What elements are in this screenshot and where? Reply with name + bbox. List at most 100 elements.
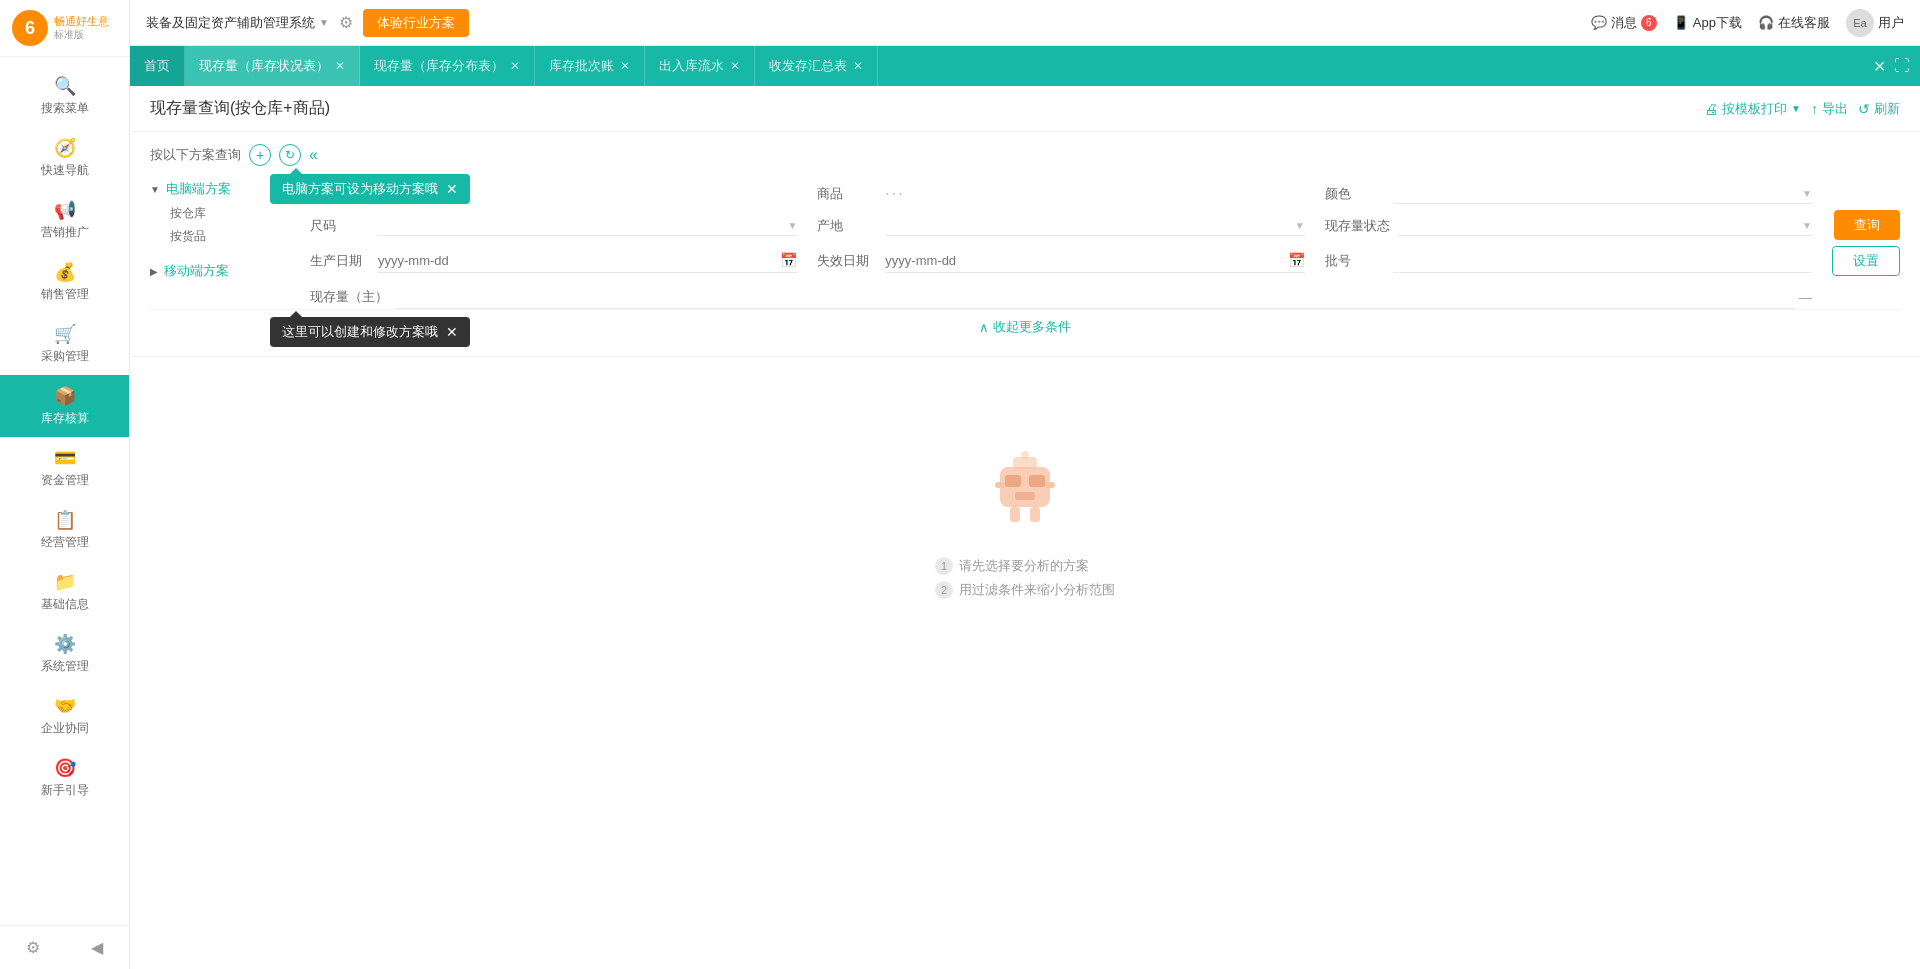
system-selector[interactable]: 装备及固定资产辅助管理系统 ▼ [146, 14, 329, 32]
tab-stock-status-close[interactable]: ✕ [335, 60, 345, 72]
print-label: 按模板打印 [1722, 100, 1787, 118]
export-action[interactable]: ↑ 导出 [1811, 100, 1848, 118]
size-select[interactable]: ▼ [378, 216, 797, 236]
stock-status-select[interactable]: ▼ [1398, 216, 1812, 236]
production-date-calendar-icon[interactable]: 📅 [780, 252, 797, 268]
system-dropdown-icon: ▼ [319, 17, 329, 28]
stock-main-dash: — [1799, 290, 1812, 305]
online-support-action[interactable]: 🎧 在线客服 [1758, 14, 1830, 32]
header-left: 装备及固定资产辅助管理系统 ▼ ⚙ 体验行业方案 [146, 9, 469, 37]
print-action[interactable]: 🖨 按模板打印 ▼ [1704, 100, 1801, 118]
user-action[interactable]: Ea 用户 [1846, 9, 1904, 37]
sidebar-item-inventory[interactable]: 📦 库存核算 [0, 375, 129, 437]
empty-tip-2: 2 用过滤条件来缩小分析范围 [935, 581, 1115, 599]
scheme-tree: ▼ 电脑端方案 按仓库 按货品 [150, 176, 290, 248]
tab-flow[interactable]: 出入库流水 ✕ [645, 46, 755, 86]
svg-rect-1 [1005, 475, 1021, 487]
goods-dots[interactable]: ··· [885, 185, 904, 203]
logo-area: 6 畅通好生意 标准版 [0, 0, 129, 57]
system-name-label: 装备及固定资产辅助管理系统 [146, 14, 315, 32]
refresh-action[interactable]: ↺ 刷新 [1858, 100, 1900, 118]
tab-stock-status[interactable]: 现存量（库存状况表） ✕ [185, 46, 360, 86]
main-content: 现存量查询(按仓库+商品) 🖨 按模板打印 ▼ ↑ 导出 ↺ 刷新 [130, 86, 1920, 969]
stock-main-min-input[interactable] [396, 285, 1795, 309]
sidebar-item-guide[interactable]: 🎯 新手引导 [0, 747, 129, 809]
production-date-input[interactable] [378, 253, 780, 268]
svg-rect-0 [1000, 467, 1050, 507]
back-scheme-button[interactable]: « [309, 146, 318, 164]
avatar: Ea [1846, 9, 1874, 37]
tab-batch-close[interactable]: ✕ [620, 60, 630, 72]
cycle-scheme-button[interactable]: ↻ [279, 144, 301, 166]
sidebar-item-system[interactable]: ⚙️ 系统管理 [0, 623, 129, 685]
filter-label: 按以下方案查询 [150, 146, 241, 164]
batch-no-input[interactable] [1393, 249, 1812, 273]
card-icon: 💳 [54, 447, 76, 469]
sidebar-item-marketing[interactable]: 📢 营销推广 [0, 189, 129, 251]
sub-item-goods[interactable]: 按货品 [170, 225, 290, 248]
trial-button[interactable]: 体验行业方案 [363, 9, 469, 37]
add-scheme-button[interactable]: + [249, 144, 271, 166]
sidebar-item-enterprise[interactable]: 🤝 企业协同 [0, 685, 129, 747]
tab-stock-dist[interactable]: 现存量（库存分布表） ✕ [360, 46, 535, 86]
tip-text-2: 用过滤条件来缩小分析范围 [959, 581, 1115, 599]
collapse-sidebar-icon[interactable]: ◀ [91, 938, 103, 957]
sidebar-item-inventory-label: 库存核算 [41, 410, 89, 427]
sidebar: 6 畅通好生意 标准版 🔍 搜索菜单 🧭 快速导航 📢 营销推广 💰 销售管理 … [0, 0, 130, 969]
print-dropdown-icon: ▼ [1791, 103, 1801, 114]
sidebar-item-basicinfo[interactable]: 📁 基础信息 [0, 561, 129, 623]
tab-bar: 首页 现存量（库存状况表） ✕ 现存量（库存分布表） ✕ 库存批次账 ✕ 出入库… [130, 46, 1920, 86]
tab-batch[interactable]: 库存批次账 ✕ [535, 46, 645, 86]
sub-item-warehouse[interactable]: 按仓库 [170, 202, 290, 225]
sidebar-item-system-label: 系统管理 [41, 658, 89, 675]
production-date-label: 生产日期 [310, 252, 370, 270]
expiry-date-input[interactable] [885, 253, 1287, 268]
svg-rect-6 [1010, 507, 1020, 522]
logo-icon: 6 [12, 10, 48, 46]
empty-tip-1: 1 请先选择要分析的方案 [935, 557, 1115, 575]
tab-fullscreen-icon[interactable]: ⛶ [1894, 57, 1910, 75]
sidebar-item-finance[interactable]: 💳 资金管理 [0, 437, 129, 499]
clipboard-icon: 📋 [54, 509, 76, 531]
svg-rect-7 [1030, 507, 1040, 522]
tab-stock-status-label: 现存量（库存状况表） [199, 57, 329, 75]
sidebar-item-operations[interactable]: 📋 经营管理 [0, 499, 129, 561]
goods-field: 商品 ··· [817, 184, 1304, 204]
tab-stock-dist-close[interactable]: ✕ [510, 60, 520, 72]
tab-flow-label: 出入库流水 [659, 57, 724, 75]
tab-close-all-icon[interactable]: ✕ [1873, 57, 1886, 76]
edit-tooltip-close[interactable]: ✕ [446, 324, 458, 340]
tab-flow-close[interactable]: ✕ [730, 60, 740, 72]
avatar-text: Ea [1853, 17, 1866, 29]
content-area: 现存量查询(按仓库+商品) 🖨 按模板打印 ▼ ↑ 导出 ↺ 刷新 [130, 86, 1920, 969]
tip-text-1: 请先选择要分析的方案 [959, 557, 1089, 575]
folder-icon: 📁 [54, 571, 76, 593]
search-button[interactable]: 查询 [1834, 210, 1900, 240]
color-select[interactable]: ▼ [1393, 184, 1812, 204]
page-title-bar: 现存量查询(按仓库+商品) 🖨 按模板打印 ▼ ↑ 导出 ↺ 刷新 [130, 86, 1920, 132]
reset-button[interactable]: 设置 [1832, 246, 1900, 276]
sidebar-item-purchase[interactable]: 🛒 采购管理 [0, 313, 129, 375]
app-download-action[interactable]: 📱 App下载 [1673, 14, 1742, 32]
mobile-arrow-icon: ▶ [150, 266, 158, 277]
filter-row-2: 尺码 ▼ 产地 ▼ [310, 216, 1812, 236]
tab-summary-close[interactable]: ✕ [853, 60, 863, 72]
tab-home[interactable]: 首页 [130, 46, 185, 86]
settings-footer-icon[interactable]: ⚙ [26, 938, 40, 957]
expiry-date-input-wrap: 📅 [885, 248, 1304, 273]
settings-icon[interactable]: ⚙ [339, 13, 353, 32]
scheme-tooltip-close[interactable]: ✕ [446, 181, 458, 197]
stock-status-dropdown-icon: ▼ [1802, 220, 1812, 231]
sidebar-item-sales-label: 销售管理 [41, 286, 89, 303]
desktop-scheme-item[interactable]: ▼ 电脑端方案 [150, 176, 290, 202]
tab-summary[interactable]: 收发存汇总表 ✕ [755, 46, 878, 86]
origin-select[interactable]: ▼ [885, 216, 1304, 236]
message-badge: 6 [1641, 15, 1657, 31]
mobile-scheme-item[interactable]: ▶ 移动端方案 [150, 258, 290, 284]
sidebar-item-quicknav[interactable]: 🧭 快速导航 [0, 127, 129, 189]
edit-tooltip-text: 这里可以创建和修改方案哦 [282, 323, 438, 341]
sidebar-item-search[interactable]: 🔍 搜索菜单 [0, 65, 129, 127]
expiry-date-calendar-icon[interactable]: 📅 [1288, 252, 1305, 268]
sidebar-item-sales[interactable]: 💰 销售管理 [0, 251, 129, 313]
messages-action[interactable]: 💬 消息 6 [1591, 14, 1657, 32]
